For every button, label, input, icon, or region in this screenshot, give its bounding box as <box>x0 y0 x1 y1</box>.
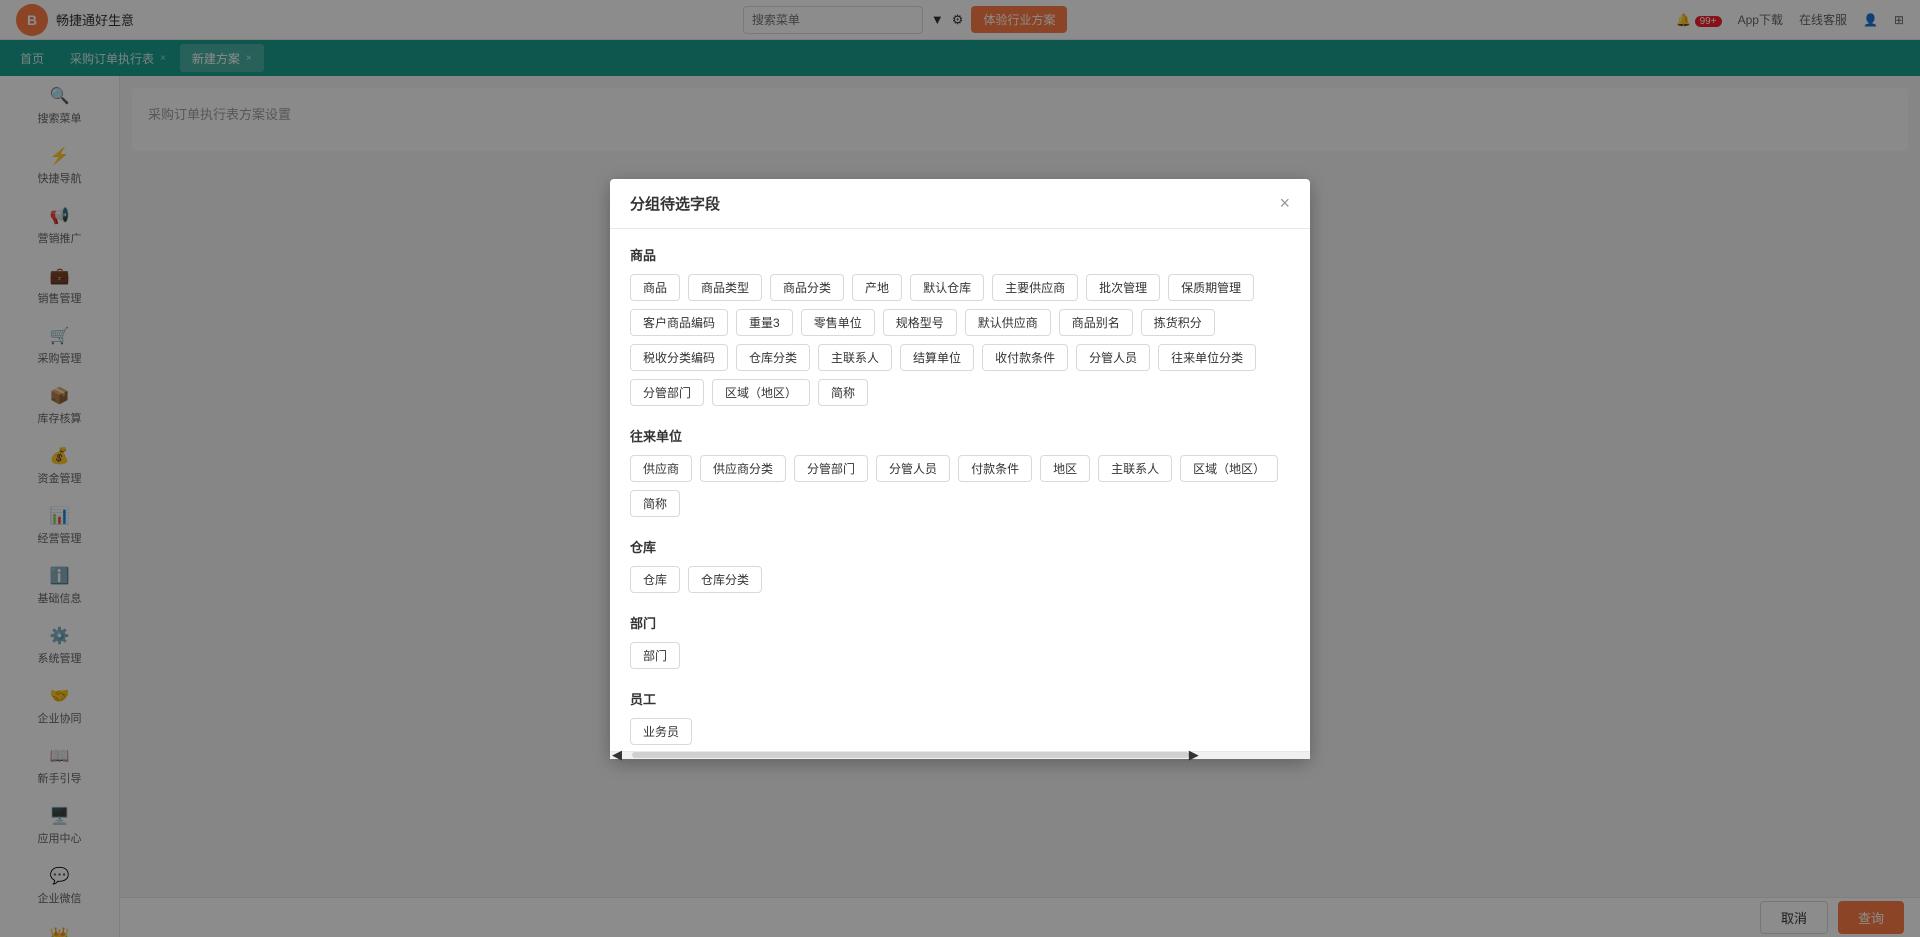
scroll-left-btn[interactable]: ◀ <box>612 747 632 763</box>
field-region[interactable]: 区域（地区） <box>712 379 810 406</box>
field-area[interactable]: 地区 <box>1040 455 1090 482</box>
modal-scrollbar[interactable]: ◀ ▶ <box>610 751 1310 759</box>
field-batch-manage[interactable]: 批次管理 <box>1086 274 1160 301</box>
section-partner: 往来单位 供应商 供应商分类 分管部门 分管人员 付款条件 地区 主联系人 区域… <box>630 426 1290 517</box>
field-manage-dept[interactable]: 分管部门 <box>630 379 704 406</box>
field-tax-code[interactable]: 税收分类编码 <box>630 344 728 371</box>
section-warehouse-title: 仓库 <box>630 537 1290 556</box>
section-warehouse: 仓库 仓库 仓库分类 <box>630 537 1290 593</box>
field-warehouse-cat[interactable]: 仓库分类 <box>688 566 762 593</box>
field-select-modal: 分组待选字段 × 商品 商品 商品类型 商品分类 产地 默认仓库 主要供应商 批… <box>610 179 1310 759</box>
field-supplier[interactable]: 供应商 <box>630 455 692 482</box>
field-shelf-life[interactable]: 保质期管理 <box>1168 274 1254 301</box>
field-supplier-category[interactable]: 供应商分类 <box>700 455 786 482</box>
field-weight[interactable]: 重量3 <box>736 309 793 336</box>
field-manager[interactable]: 分管人员 <box>1076 344 1150 371</box>
goods-fields-grid: 商品 商品类型 商品分类 产地 默认仓库 主要供应商 批次管理 保质期管理 客户… <box>630 274 1290 406</box>
employee-fields-grid: 业务员 <box>630 718 1290 745</box>
field-pay-terms[interactable]: 付款条件 <box>958 455 1032 482</box>
section-partner-title: 往来单位 <box>630 426 1290 445</box>
field-goods-alias[interactable]: 商品别名 <box>1059 309 1133 336</box>
field-staff[interactable]: 分管人员 <box>876 455 950 482</box>
field-main-supplier[interactable]: 主要供应商 <box>992 274 1078 301</box>
section-employee-title: 员工 <box>630 689 1290 708</box>
section-employee: 员工 业务员 <box>630 689 1290 745</box>
field-abbr[interactable]: 简称 <box>630 490 680 517</box>
field-warehouse[interactable]: 仓库 <box>630 566 680 593</box>
warehouse-fields-grid: 仓库 仓库分类 <box>630 566 1290 593</box>
field-partner-category[interactable]: 往来单位分类 <box>1158 344 1256 371</box>
modal-body[interactable]: 商品 商品 商品类型 商品分类 产地 默认仓库 主要供应商 批次管理 保质期管理… <box>610 229 1310 751</box>
field-customer-code[interactable]: 客户商品编码 <box>630 309 728 336</box>
scroll-thumb[interactable] <box>632 752 1189 758</box>
scroll-right-btn[interactable]: ▶ <box>1189 747 1209 763</box>
field-goods-type[interactable]: 商品类型 <box>688 274 762 301</box>
field-region2[interactable]: 区域（地区） <box>1180 455 1278 482</box>
field-pick-points[interactable]: 拣货积分 <box>1141 309 1215 336</box>
modal-header: 分组待选字段 × <box>610 179 1310 229</box>
field-salesperson[interactable]: 业务员 <box>630 718 692 745</box>
field-origin[interactable]: 产地 <box>852 274 902 301</box>
field-payment-terms[interactable]: 收付款条件 <box>982 344 1068 371</box>
field-warehouse-category[interactable]: 仓库分类 <box>736 344 810 371</box>
field-goods[interactable]: 商品 <box>630 274 680 301</box>
section-dept-title: 部门 <box>630 613 1290 632</box>
field-goods-category[interactable]: 商品分类 <box>770 274 844 301</box>
field-short-name[interactable]: 简称 <box>818 379 868 406</box>
field-default-warehouse[interactable]: 默认仓库 <box>910 274 984 301</box>
section-goods-title: 商品 <box>630 245 1290 264</box>
field-contact[interactable]: 主联系人 <box>1098 455 1172 482</box>
dept-fields-grid: 部门 <box>630 642 1290 669</box>
section-goods: 商品 商品 商品类型 商品分类 产地 默认仓库 主要供应商 批次管理 保质期管理… <box>630 245 1290 406</box>
field-default-supplier[interactable]: 默认供应商 <box>965 309 1051 336</box>
field-main-contact[interactable]: 主联系人 <box>818 344 892 371</box>
field-dept[interactable]: 分管部门 <box>794 455 868 482</box>
field-department[interactable]: 部门 <box>630 642 680 669</box>
modal-close-button[interactable]: × <box>1279 193 1290 214</box>
modal-title: 分组待选字段 <box>630 193 720 214</box>
partner-fields-grid: 供应商 供应商分类 分管部门 分管人员 付款条件 地区 主联系人 区域（地区） … <box>630 455 1290 517</box>
modal-overlay: 分组待选字段 × 商品 商品 商品类型 商品分类 产地 默认仓库 主要供应商 批… <box>0 0 1920 937</box>
field-settlement-unit[interactable]: 结算单位 <box>900 344 974 371</box>
section-department: 部门 部门 <box>630 613 1290 669</box>
field-retail-unit[interactable]: 零售单位 <box>801 309 875 336</box>
field-spec-model[interactable]: 规格型号 <box>883 309 957 336</box>
